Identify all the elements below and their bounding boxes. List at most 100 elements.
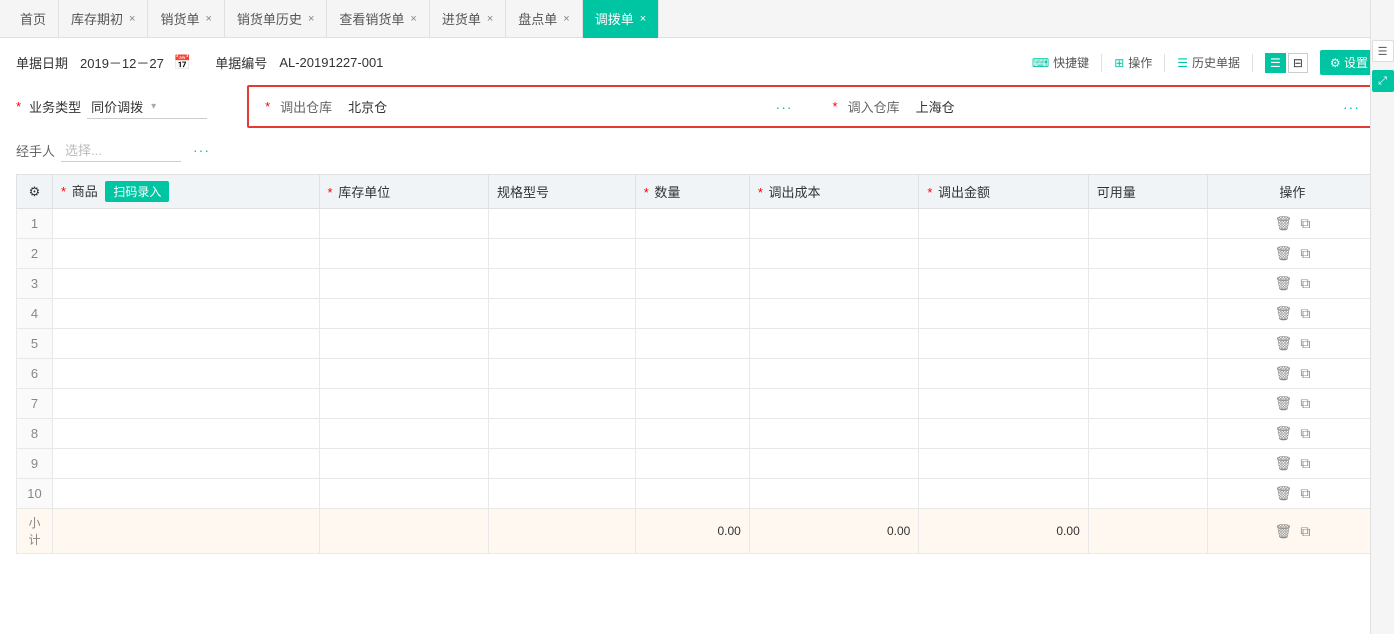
history-button[interactable]: ☰ 历史单据 [1177,54,1240,71]
row-3-cost[interactable] [749,269,918,299]
row-1-amount[interactable] [919,209,1088,239]
row-6-amount[interactable] [919,359,1088,389]
row-6-delete-icon[interactable]: 🗑 [1273,365,1295,382]
row-11-quantity[interactable]: 0.00 [635,509,749,554]
row-2-spec[interactable] [488,239,635,269]
row-4-copy-icon[interactable]: ⧉ [1298,305,1312,322]
row-1-unit[interactable] [319,209,488,239]
row-10-cost[interactable] [749,479,918,509]
row-9-amount[interactable] [919,449,1088,479]
row-4-quantity[interactable] [635,299,749,329]
row-9-available[interactable] [1088,449,1207,479]
row-2-quantity[interactable] [635,239,749,269]
calendar-icon[interactable]: 📅 [174,54,191,71]
row-7-available[interactable] [1088,389,1207,419]
row-10-copy-icon[interactable]: ⧉ [1298,485,1312,502]
row-1-available[interactable] [1088,209,1207,239]
row-11-copy-icon[interactable]: ⧉ [1298,523,1312,540]
row-7-amount[interactable] [919,389,1088,419]
row-2-available[interactable] [1088,239,1207,269]
row-5-available[interactable] [1088,329,1207,359]
row-3-amount[interactable] [919,269,1088,299]
row-9-product[interactable] [53,449,320,479]
row-10-spec[interactable] [488,479,635,509]
row-3-quantity[interactable] [635,269,749,299]
row-11-unit[interactable] [319,509,488,554]
row-3-product[interactable] [53,269,320,299]
tab-home[interactable]: 首页 [8,0,59,38]
row-8-delete-icon[interactable]: 🗑 [1273,425,1295,442]
tab-purchase-close[interactable]: × [487,13,493,25]
tab-sales-history[interactable]: 销货单历史 × [225,0,327,38]
row-2-copy-icon[interactable]: ⧉ [1298,245,1312,262]
row-7-product[interactable] [53,389,320,419]
row-8-quantity[interactable] [635,419,749,449]
row-10-amount[interactable] [919,479,1088,509]
row-8-copy-icon[interactable]: ⧉ [1298,425,1312,442]
row-2-delete-icon[interactable]: 🗑 [1273,245,1295,262]
row-4-unit[interactable] [319,299,488,329]
row-5-amount[interactable] [919,329,1088,359]
business-type-select[interactable]: 同价调拨 ▾ [87,95,207,119]
row-11-delete-icon[interactable]: 🗑 [1273,523,1295,540]
row-9-spec[interactable] [488,449,635,479]
col-settings-header[interactable]: ⚙ [17,175,53,209]
tab-purchase[interactable]: 进货单 × [430,0,506,38]
row-11-available[interactable] [1088,509,1207,554]
row-5-unit[interactable] [319,329,488,359]
row-7-unit[interactable] [319,389,488,419]
row-1-spec[interactable] [488,209,635,239]
row-5-spec[interactable] [488,329,635,359]
row-2-cost[interactable] [749,239,918,269]
row-2-product[interactable] [53,239,320,269]
row-7-spec[interactable] [488,389,635,419]
row-1-product[interactable] [53,209,320,239]
tab-inventory-init[interactable]: 库存期初 × [59,0,148,38]
row-5-cost[interactable] [749,329,918,359]
tab-inventory-check-close[interactable]: × [563,13,569,25]
tab-inventory-init-close[interactable]: × [129,13,135,25]
row-10-delete-icon[interactable]: 🗑 [1273,485,1295,502]
row-1-quantity[interactable] [635,209,749,239]
list-view-button[interactable]: ☰ [1265,53,1286,73]
row-7-delete-icon[interactable]: 🗑 [1273,395,1295,412]
tab-view-sales-close[interactable]: × [410,13,416,25]
row-8-spec[interactable] [488,419,635,449]
row-11-product[interactable] [53,509,320,554]
row-1-cost[interactable] [749,209,918,239]
row-6-spec[interactable] [488,359,635,389]
row-9-quantity[interactable] [635,449,749,479]
row-4-spec[interactable] [488,299,635,329]
row-4-product[interactable] [53,299,320,329]
row-6-product[interactable] [53,359,320,389]
row-3-copy-icon[interactable]: ⧉ [1298,275,1312,292]
row-3-available[interactable] [1088,269,1207,299]
row-2-unit[interactable] [319,239,488,269]
row-10-product[interactable] [53,479,320,509]
row-5-product[interactable] [53,329,320,359]
row-6-unit[interactable] [319,359,488,389]
row-7-copy-icon[interactable]: ⧉ [1298,395,1312,412]
row-8-unit[interactable] [319,419,488,449]
row-2-amount[interactable] [919,239,1088,269]
transfer-in-more-button[interactable]: ··· [1343,99,1360,115]
row-8-available[interactable] [1088,419,1207,449]
side-list-button[interactable]: ☰ [1372,40,1394,62]
shortcuts-button[interactable]: ⌨ 快捷键 [1032,54,1089,71]
transfer-out-more-button[interactable]: ··· [776,99,793,115]
row-4-delete-icon[interactable]: 🗑 [1273,305,1295,322]
tab-sales-order[interactable]: 销货单 × [148,0,224,38]
row-4-available[interactable] [1088,299,1207,329]
row-6-cost[interactable] [749,359,918,389]
tab-sales-history-close[interactable]: × [308,13,314,25]
row-4-amount[interactable] [919,299,1088,329]
row-6-copy-icon[interactable]: ⧉ [1298,365,1312,382]
operations-button[interactable]: ⊞ 操作 [1114,54,1152,71]
row-7-quantity[interactable] [635,389,749,419]
row-9-cost[interactable] [749,449,918,479]
row-10-available[interactable] [1088,479,1207,509]
scan-button[interactable]: 扫码录入 [105,181,169,202]
row-3-spec[interactable] [488,269,635,299]
row-1-delete-icon[interactable]: 🗑 [1273,215,1295,232]
row-8-amount[interactable] [919,419,1088,449]
